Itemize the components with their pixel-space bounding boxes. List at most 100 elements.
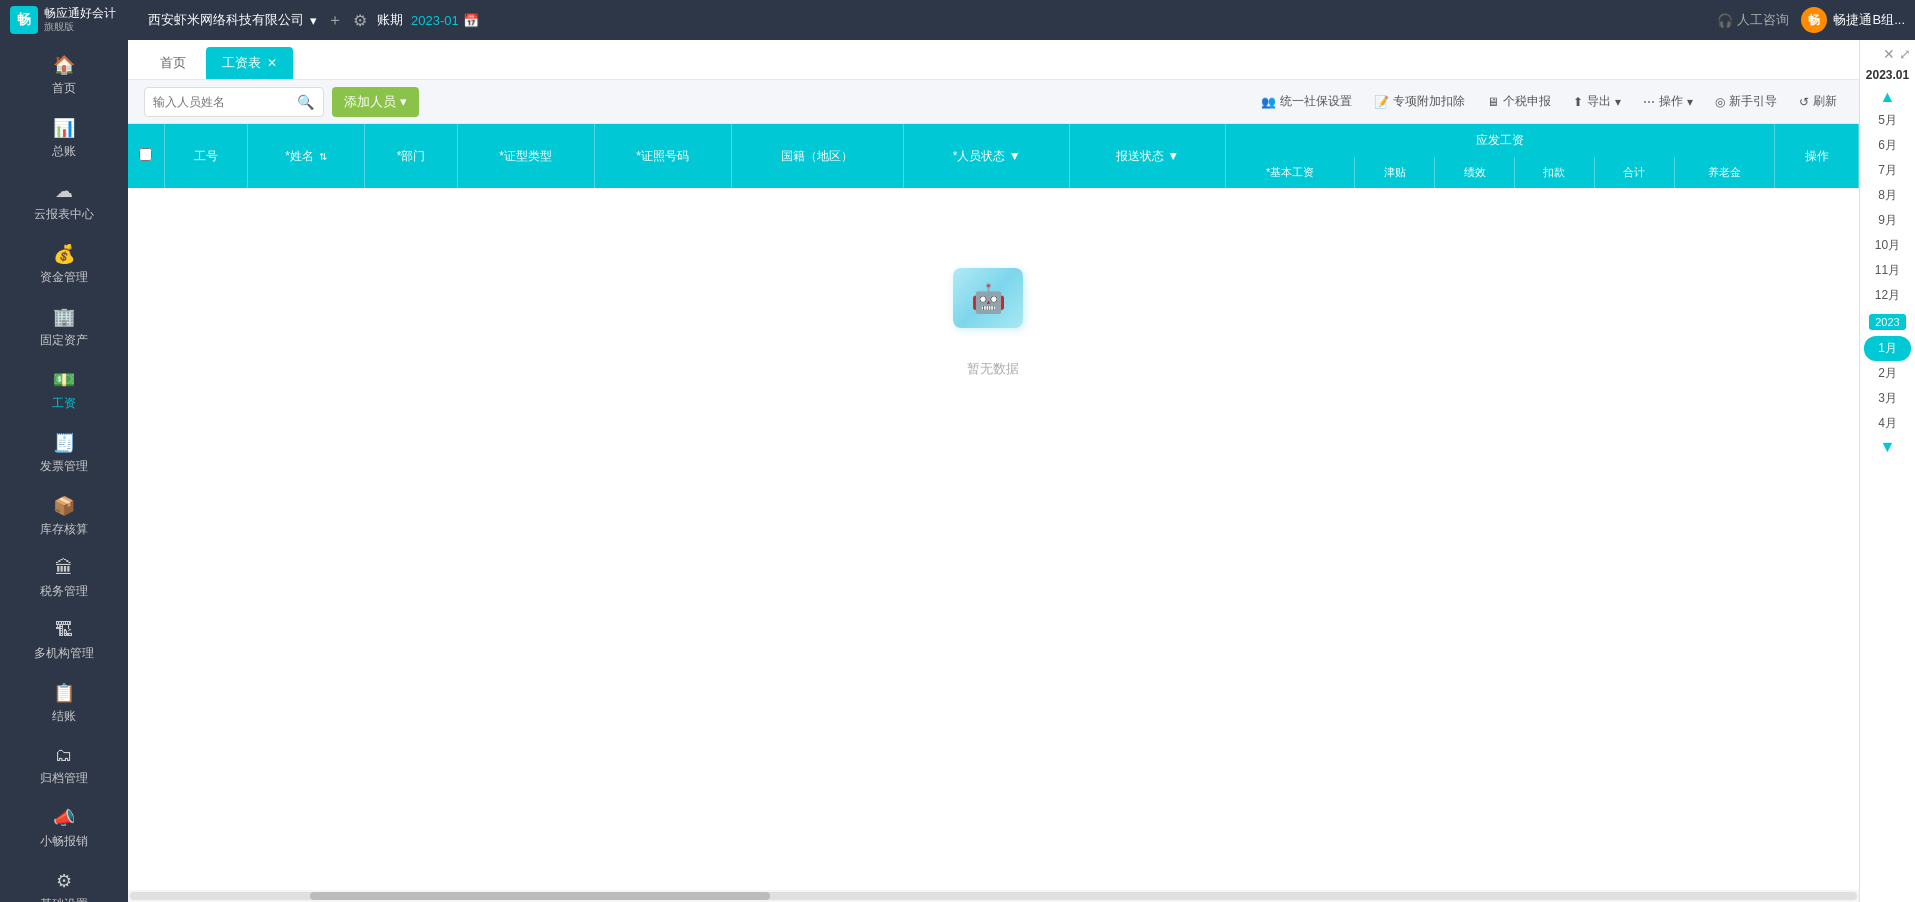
search-input[interactable] (153, 95, 293, 109)
tax-icon: 🏛 (55, 558, 73, 579)
sidebar-label-ledger: 总账 (52, 143, 76, 160)
operations-btn[interactable]: ⋯ 操作 ▾ (1637, 91, 1699, 112)
calendar-month-6[interactable]: 6月 (1860, 133, 1915, 158)
company-dropdown-icon[interactable]: ▾ (310, 13, 317, 28)
period-label: 账期 (377, 11, 403, 29)
sidebar-item-ledger[interactable]: 📊 总账 (0, 107, 128, 170)
archive-icon: 🗂 (55, 745, 73, 766)
th-base-salary: *基本工资 (1226, 157, 1355, 188)
add-person-dropdown-icon: ▾ (400, 94, 407, 109)
tab-home-label: 首页 (160, 54, 186, 72)
calendar-year-badge: 2023 (1869, 314, 1905, 330)
tax-icon-tb: 🖥 (1487, 95, 1499, 109)
calendar-month-1[interactable]: 1月 (1864, 336, 1911, 361)
sidebar-item-fund[interactable]: 💰 资金管理 (0, 233, 128, 296)
export-icon: ⬆ (1573, 95, 1583, 109)
scrollbar-thumb[interactable] (310, 892, 770, 900)
content-area: 首页 工资表 ✕ 🔍 添加人员 ▾ 👥 统一社保设置 (128, 40, 1859, 902)
operations-icon: ⋯ (1643, 95, 1655, 109)
sidebar-item-fixed-assets[interactable]: 🏢 固定资产 (0, 296, 128, 359)
calendar-month-5[interactable]: 5月 (1860, 108, 1915, 133)
social-setting-btn[interactable]: 👥 统一社保设置 (1255, 91, 1358, 112)
export-dropdown-icon: ▾ (1615, 95, 1621, 109)
search-wrap: 🔍 (144, 87, 324, 117)
sidebar-item-tax[interactable]: 🏛 税务管理 (0, 548, 128, 610)
sidebar-item-cloud-report[interactable]: ☁ 云报表中心 (0, 170, 128, 233)
tab-payroll[interactable]: 工资表 ✕ (206, 47, 293, 79)
avatar: 畅 (1801, 7, 1827, 33)
calendar-up-nav[interactable]: ▲ (1878, 86, 1898, 108)
sidebar-label-invoice: 发票管理 (40, 458, 88, 475)
th-allowance: 津贴 (1355, 157, 1435, 188)
empty-icon-face: 🤖 (971, 282, 1006, 315)
empty-icon: 🤖 (953, 268, 1033, 348)
user-menu[interactable]: 畅 畅捷通B组... (1801, 7, 1905, 33)
sidebar-item-archive[interactable]: 🗂 归档管理 (0, 735, 128, 797)
calendar-month-4[interactable]: 4月 (1860, 411, 1915, 436)
sidebar-item-inventory[interactable]: 📦 库存核算 (0, 485, 128, 548)
table-wrap: 工号 *姓名 ⇅ *部门 *证型类型 *证照号码 国籍（地区） *人员状态 ▼ (128, 124, 1859, 890)
operations-dropdown-icon: ▾ (1687, 95, 1693, 109)
th-department: *部门 (365, 124, 457, 188)
person-status-filter-icon[interactable]: ▼ (1009, 149, 1021, 163)
sidebar-label-cloud-report: 云报表中心 (34, 206, 94, 223)
calendar-month-2[interactable]: 2月 (1860, 361, 1915, 386)
calendar-month-12[interactable]: 12月 (1860, 283, 1915, 308)
human-service-btn[interactable]: 🎧 人工咨询 (1717, 11, 1789, 29)
tab-home[interactable]: 首页 (144, 47, 202, 79)
sidebar-item-closing[interactable]: 📋 结账 (0, 672, 128, 735)
payroll-table: 工号 *姓名 ⇅ *部门 *证型类型 *证照号码 国籍（地区） *人员状态 ▼ (128, 124, 1859, 458)
empty-state: 🤖 暂无数据 (128, 188, 1859, 458)
settings-icon[interactable]: ⚙ (353, 11, 367, 30)
th-id-number: *证照号码 (594, 124, 731, 188)
calendar-down-nav[interactable]: ▼ (1878, 436, 1898, 458)
report-status-filter-icon[interactable]: ▼ (1167, 149, 1179, 163)
sidebar-item-payroll[interactable]: 💵 工资 (0, 359, 128, 422)
special-deduction-btn[interactable]: 📝 专项附加扣除 (1368, 91, 1471, 112)
calendar-icon[interactable]: 📅 (463, 13, 479, 28)
invoice-icon: 🧾 (53, 432, 75, 454)
search-icon: 🔍 (297, 94, 314, 110)
name-sort-icon[interactable]: ⇅ (319, 151, 327, 162)
app-logo-text: 畅应通好会计 (44, 6, 116, 20)
th-performance: 绩效 (1435, 157, 1515, 188)
company-selector[interactable]: 西安虾米网络科技有限公司 ▾ (148, 11, 317, 29)
new-guide-btn[interactable]: ◎ 新手引导 (1709, 91, 1783, 112)
calendar-panel: ✕ ⤢ 2023.01 ▲ 5月 6月 7月 8月 9月 10月 11月 12月… (1859, 40, 1915, 902)
export-btn[interactable]: ⬆ 导出 ▾ (1567, 91, 1627, 112)
calendar-year-label: 2023.01 (1866, 64, 1909, 86)
close-panel-icon[interactable]: ✕ (1883, 46, 1895, 62)
table-header-row1: 工号 *姓名 ⇅ *部门 *证型类型 *证照号码 国籍（地区） *人员状态 ▼ (128, 124, 1859, 157)
calendar-month-3[interactable]: 3月 (1860, 386, 1915, 411)
header-period: 账期 2023-01 📅 (377, 11, 479, 29)
calendar-month-11[interactable]: 11月 (1860, 258, 1915, 283)
main-layout: 🏠 首页 📊 总账 ☁ 云报表中心 💰 资金管理 🏢 固定资产 💵 工资 🧾 发… (0, 40, 1915, 902)
sidebar-label-fund: 资金管理 (40, 269, 88, 286)
empty-text: 暂无数据 (967, 360, 1019, 378)
tab-bar: 首页 工资表 ✕ (128, 40, 1859, 80)
horizontal-scrollbar[interactable] (128, 890, 1859, 902)
sidebar-item-invoice[interactable]: 🧾 发票管理 (0, 422, 128, 485)
sidebar-item-settings[interactable]: ⚙ 基础设置 (0, 860, 128, 902)
calendar-month-8[interactable]: 8月 (1860, 183, 1915, 208)
app-logo-icon: 畅 (10, 6, 38, 34)
calendar-month-7[interactable]: 7月 (1860, 158, 1915, 183)
refresh-btn[interactable]: ↺ 刷新 (1793, 91, 1843, 112)
th-id-type: *证型类型 (457, 124, 594, 188)
th-checkbox (128, 124, 164, 188)
calendar-month-9[interactable]: 9月 (1860, 208, 1915, 233)
tab-close-icon[interactable]: ✕ (267, 56, 277, 70)
th-pension: 养老金 (1674, 157, 1774, 188)
add-person-button[interactable]: 添加人员 ▾ (332, 87, 419, 117)
sidebar-item-expense[interactable]: 📣 小畅报销 (0, 797, 128, 860)
tax-declaration-btn[interactable]: 🖥 个税申报 (1481, 91, 1557, 112)
sidebar-item-home[interactable]: 🏠 首页 (0, 44, 128, 107)
sidebar-item-multi-org[interactable]: 🏗 多机构管理 (0, 610, 128, 672)
expand-panel-icon[interactable]: ⤢ (1899, 46, 1911, 62)
calendar-month-10[interactable]: 10月 (1860, 233, 1915, 258)
add-icon[interactable]: ＋ (327, 10, 343, 31)
select-all-checkbox[interactable] (139, 148, 152, 161)
sidebar-label-inventory: 库存核算 (40, 521, 88, 538)
th-operations: 操作 (1775, 124, 1859, 188)
guide-tb-icon: ◎ (1715, 95, 1725, 109)
